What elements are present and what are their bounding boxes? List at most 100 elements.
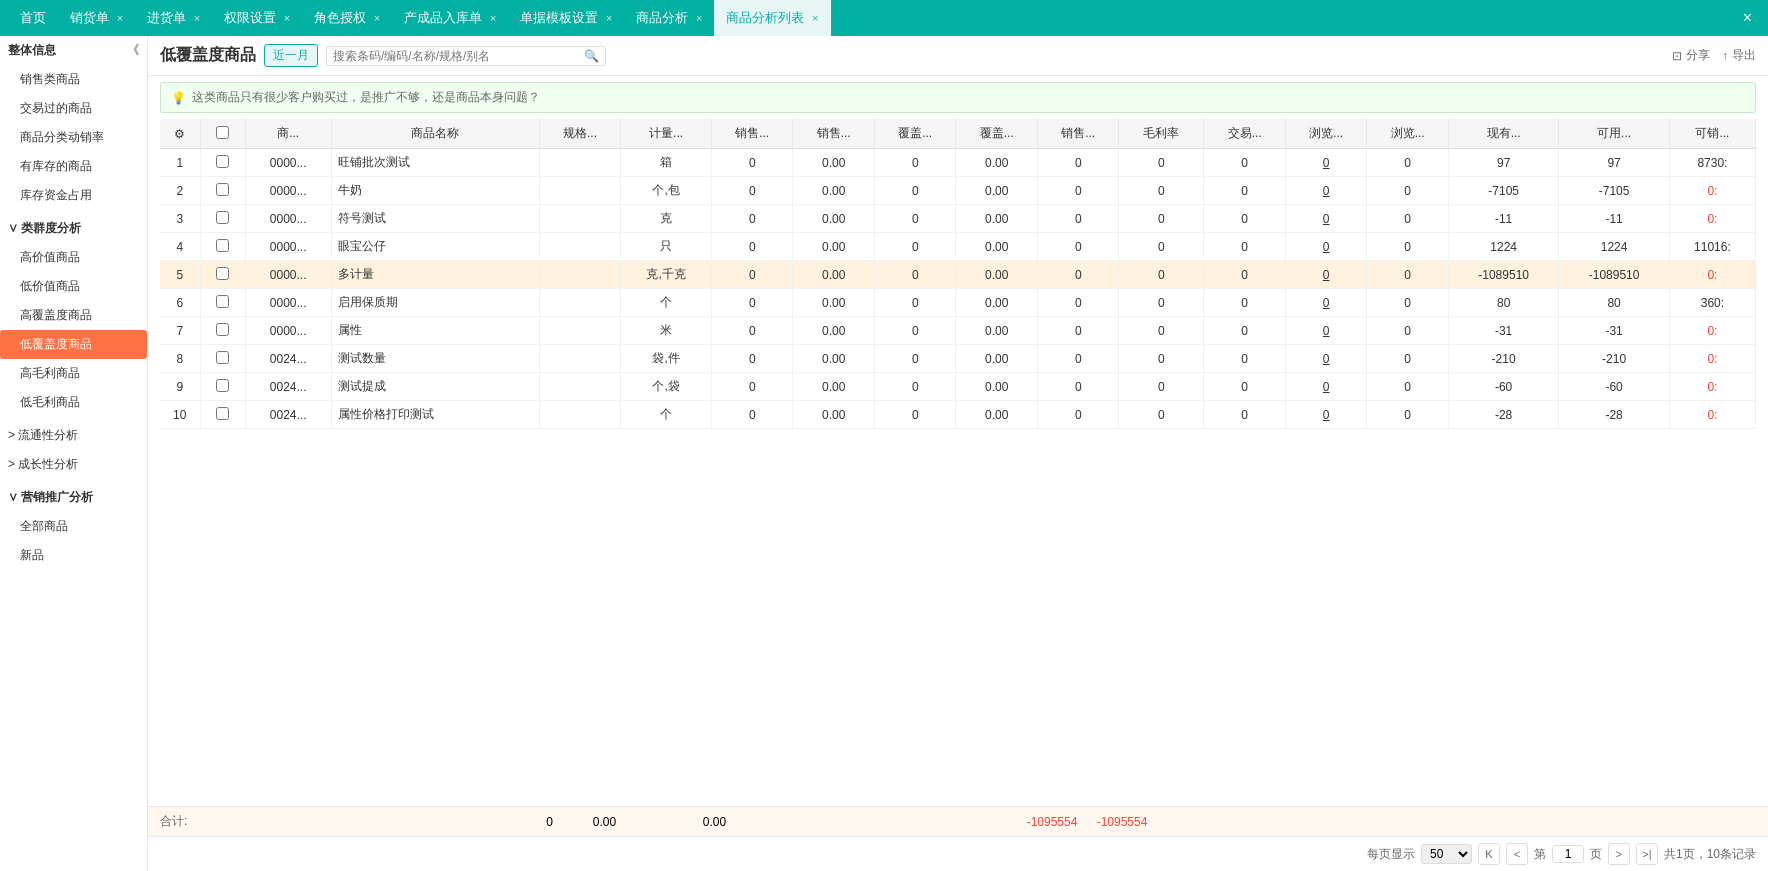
row-no: 3 <box>160 205 200 233</box>
col-settings[interactable]: ⚙ <box>160 119 200 149</box>
row-browse1[interactable]: 0 <box>1285 317 1367 345</box>
footer-current: -1095554 <box>1017 815 1087 829</box>
row-checkbox[interactable] <box>200 149 245 177</box>
sidebar-item-all-goods[interactable]: 全部商品 <box>0 512 147 541</box>
search-input[interactable] <box>333 49 584 63</box>
row-name: 属性价格打印测试 <box>331 401 539 429</box>
row-checkbox[interactable] <box>200 345 245 373</box>
sidebar-collapse-icon[interactable]: 《 <box>127 42 139 59</box>
window-close-button[interactable]: × <box>1735 9 1760 27</box>
row-sales2: 0.00 <box>793 345 875 373</box>
row-margin: 0 <box>1119 177 1204 205</box>
nav-close-product-entry[interactable]: × <box>490 12 496 24</box>
nav-tab-role[interactable]: 角色授权 × <box>302 0 392 36</box>
row-checkbox[interactable] <box>200 317 245 345</box>
row-checkbox[interactable] <box>200 261 245 289</box>
sidebar-item-high-value[interactable]: 高价值商品 <box>0 243 147 272</box>
row-browse1[interactable]: 0 <box>1285 177 1367 205</box>
row-browse1[interactable]: 0 <box>1285 149 1367 177</box>
row-sales1: 0 <box>711 261 793 289</box>
time-filter-button[interactable]: 近一月 <box>264 44 318 67</box>
row-checkbox[interactable] <box>200 177 245 205</box>
search-box: 🔍 <box>326 46 606 66</box>
sidebar-item-category-rate[interactable]: 商品分类动销率 <box>0 123 147 152</box>
sidebar-item-low-margin[interactable]: 低毛利商品 <box>0 388 147 417</box>
sidebar-item-traded-goods[interactable]: 交易过的商品 <box>0 94 147 123</box>
sidebar-item-sales-goods[interactable]: 销售类商品 <box>0 65 147 94</box>
row-sales2: 0.00 <box>793 177 875 205</box>
page-end-label: 页 <box>1590 846 1602 863</box>
sidebar-item-stock-goods[interactable]: 有库存的商品 <box>0 152 147 181</box>
footer-sales2: 0.00 <box>577 815 632 829</box>
row-browse1[interactable]: 0 <box>1285 345 1367 373</box>
next-page-button[interactable]: > <box>1608 843 1630 865</box>
nav-tab-purchase[interactable]: 进货单 × <box>135 0 212 36</box>
col-available[interactable]: 可用... <box>1559 119 1669 149</box>
nav-tab-analysis[interactable]: 商品分析 × <box>624 0 714 36</box>
row-sellable: 0: <box>1669 345 1755 373</box>
row-checkbox[interactable] <box>200 205 245 233</box>
nav-tab-product-entry[interactable]: 产成品入库单 × <box>392 0 508 36</box>
prev-page-button[interactable]: < <box>1506 843 1528 865</box>
share-button[interactable]: ⊡ 分享 <box>1672 47 1710 64</box>
row-browse1[interactable]: 0 <box>1285 205 1367 233</box>
col-current[interactable]: 现有... <box>1448 119 1558 149</box>
nav-tab-template[interactable]: 单据模板设置 × <box>508 0 624 36</box>
col-cover2[interactable]: 覆盖... <box>956 119 1038 149</box>
col-code[interactable]: 商... <box>245 119 331 149</box>
nav-close-permission[interactable]: × <box>284 12 290 24</box>
nav-close-analysis[interactable]: × <box>696 12 702 24</box>
col-trade[interactable]: 交易... <box>1204 119 1286 149</box>
row-name: 测试数量 <box>331 345 539 373</box>
sidebar-item-new-goods[interactable]: 新品 <box>0 541 147 570</box>
page-number-input[interactable] <box>1552 845 1584 863</box>
export-button[interactable]: ↑ 导出 <box>1722 47 1756 64</box>
col-spec[interactable]: 规格... <box>539 119 621 149</box>
row-spec <box>539 373 621 401</box>
col-checkbox[interactable] <box>200 119 245 149</box>
col-browse1[interactable]: 浏览... <box>1285 119 1367 149</box>
nav-close-template[interactable]: × <box>606 12 612 24</box>
sidebar-item-high-coverage[interactable]: 高覆盖度商品 <box>0 301 147 330</box>
nav-close-purchase[interactable]: × <box>194 12 200 24</box>
row-spec <box>539 317 621 345</box>
page-size-select[interactable]: 50 100 200 <box>1421 844 1472 864</box>
row-name: 符号测试 <box>331 205 539 233</box>
row-browse1[interactable]: 0 <box>1285 289 1367 317</box>
nav-close-analysis-list[interactable]: × <box>812 12 818 24</box>
col-cover1[interactable]: 覆盖... <box>874 119 956 149</box>
search-icon[interactable]: 🔍 <box>584 49 599 63</box>
row-checkbox[interactable] <box>200 233 245 261</box>
first-page-button[interactable]: K <box>1478 843 1500 865</box>
nav-tab-sales[interactable]: 销货单 × <box>58 0 135 36</box>
nav-close-sales[interactable]: × <box>117 12 123 24</box>
col-sales2[interactable]: 销售... <box>793 119 875 149</box>
sidebar-item-high-margin[interactable]: 高毛利商品 <box>0 359 147 388</box>
row-checkbox[interactable] <box>200 289 245 317</box>
col-sellable[interactable]: 可销... <box>1669 119 1755 149</box>
nav-close-role[interactable]: × <box>374 12 380 24</box>
sidebar-item-low-value[interactable]: 低价值商品 <box>0 272 147 301</box>
col-name[interactable]: 商品名称 <box>331 119 539 149</box>
row-browse1[interactable]: 0 <box>1285 261 1367 289</box>
row-browse1[interactable]: 0 <box>1285 401 1367 429</box>
table-container[interactable]: ⚙ 商... 商品名称 规格... 计量... 销售... 销售... 覆盖..… <box>160 119 1756 806</box>
row-checkbox[interactable] <box>200 373 245 401</box>
select-all-checkbox[interactable] <box>216 126 229 139</box>
row-sales3: 0 <box>1037 345 1119 373</box>
col-unit[interactable]: 计量... <box>621 119 712 149</box>
row-checkbox[interactable] <box>200 401 245 429</box>
col-sales1[interactable]: 销售... <box>711 119 793 149</box>
sidebar-item-stock-capital[interactable]: 库存资金占用 <box>0 181 147 210</box>
row-browse1[interactable]: 0 <box>1285 233 1367 261</box>
col-sales3[interactable]: 销售... <box>1037 119 1119 149</box>
nav-tab-analysis-list[interactable]: 商品分析列表 × <box>714 0 830 36</box>
nav-tab-permission[interactable]: 权限设置 × <box>212 0 302 36</box>
row-browse1[interactable]: 0 <box>1285 373 1367 401</box>
sidebar-item-low-coverage[interactable]: 低覆盖度商品 <box>0 330 147 359</box>
nav-tab-home[interactable]: 首页 <box>8 0 58 36</box>
last-page-button[interactable]: >| <box>1636 843 1658 865</box>
row-sellable: 0: <box>1669 401 1755 429</box>
col-margin[interactable]: 毛利率 <box>1119 119 1204 149</box>
col-browse2[interactable]: 浏览... <box>1367 119 1449 149</box>
